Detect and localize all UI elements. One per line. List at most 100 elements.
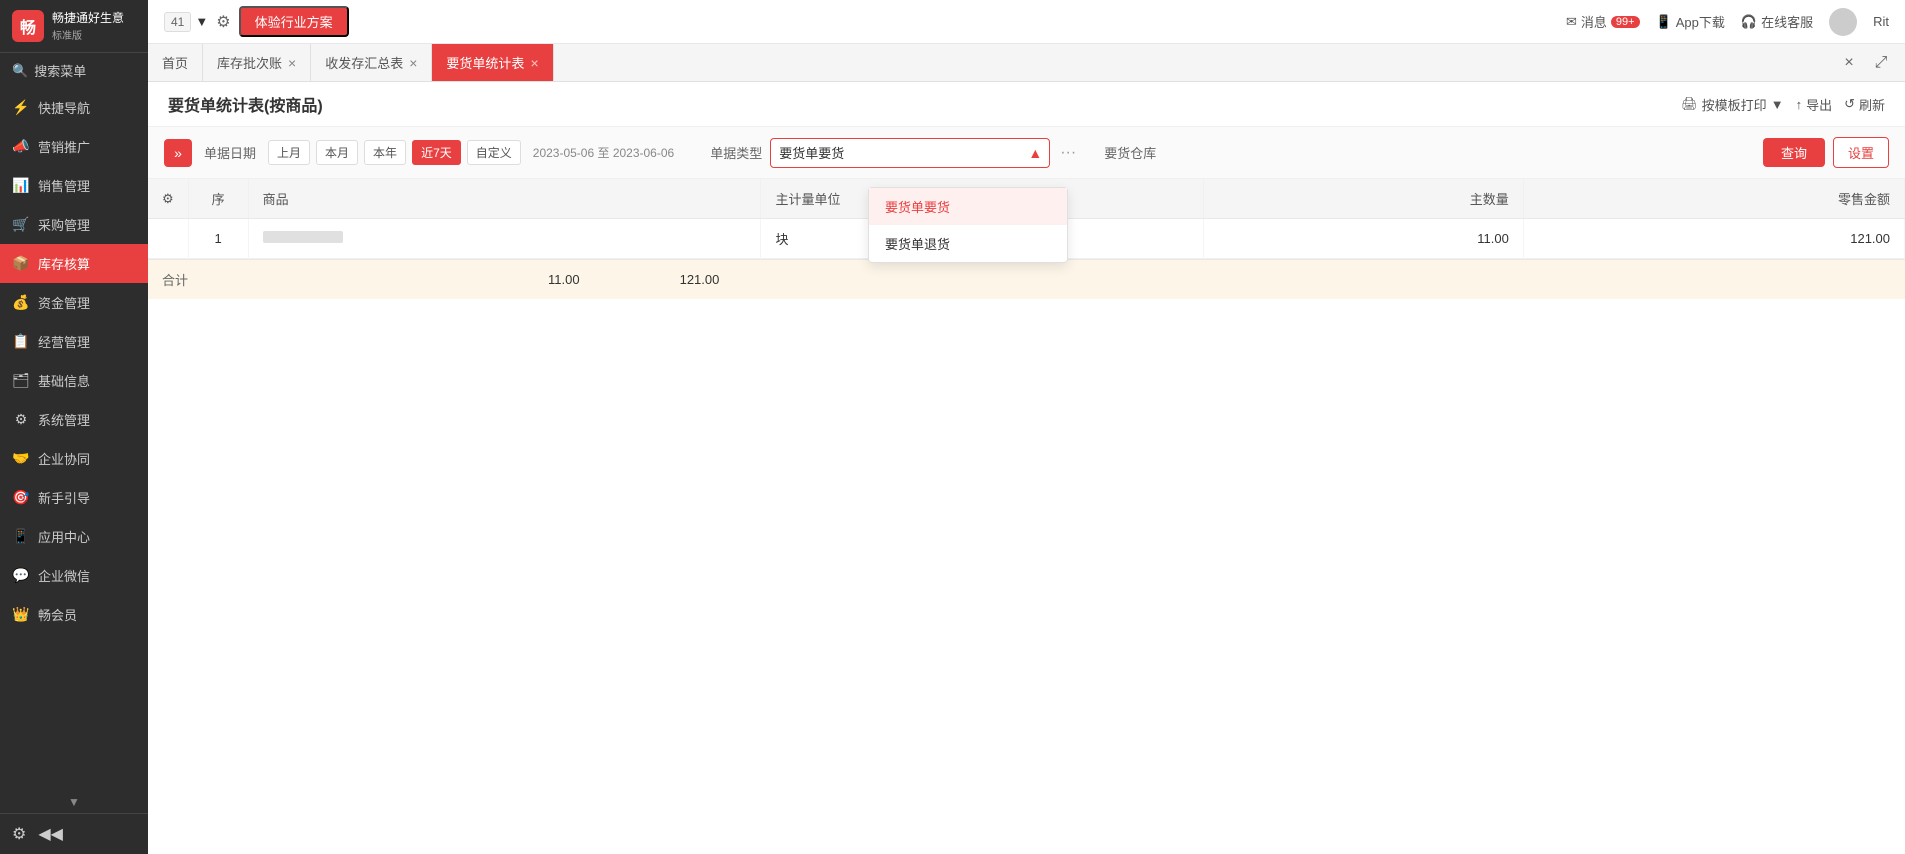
export-button[interactable]: ↑ 导出 bbox=[1796, 95, 1833, 114]
sidebar-item-sales[interactable]: 📊 销售管理 bbox=[0, 166, 148, 205]
enterprise-icon: 🤝 bbox=[12, 450, 30, 467]
sales-icon: 📊 bbox=[12, 177, 30, 194]
user-name: Rit bbox=[1873, 14, 1889, 29]
marketing-icon: 📣 bbox=[12, 138, 30, 155]
sidebar-item-quick-nav[interactable]: ⚡ 快捷导航 bbox=[0, 88, 148, 127]
date-btn-7days[interactable]: 近7天 bbox=[412, 140, 461, 165]
type-filter-label: 单据类型 bbox=[710, 143, 762, 162]
basic-icon: 🗂 bbox=[12, 372, 30, 389]
refresh-icon: ↺ bbox=[1844, 96, 1855, 112]
date-btn-this-month[interactable]: 本月 bbox=[316, 140, 358, 165]
tab-expand-button[interactable]: ⤢ bbox=[1865, 47, 1897, 79]
messages-button[interactable]: ✉ 消息 99+ bbox=[1566, 12, 1640, 31]
sidebar-item-app-center[interactable]: 📱 应用中心 bbox=[0, 517, 148, 556]
col-settings-header[interactable]: ⚙ bbox=[148, 179, 188, 219]
type-filter-group: 单据类型 ▲ ··· bbox=[710, 138, 1076, 168]
filter-expand-button[interactable]: » bbox=[164, 139, 192, 167]
user-avatar[interactable] bbox=[1829, 8, 1857, 36]
operations-icon: 📋 bbox=[12, 333, 30, 350]
store-selector[interactable]: 41 ▼ bbox=[164, 12, 208, 32]
sidebar-search-item[interactable]: 🔍 搜索菜单 bbox=[0, 53, 148, 88]
sidebar-item-system[interactable]: ⚙ 系统管理 bbox=[0, 400, 148, 439]
app-download-icon: 📱 bbox=[1656, 14, 1672, 30]
date-btn-this-year[interactable]: 本年 bbox=[364, 140, 406, 165]
messages-icon: ✉ bbox=[1566, 14, 1577, 30]
date-filter-label: 单据日期 bbox=[204, 143, 256, 162]
type-select-input[interactable] bbox=[770, 138, 1050, 168]
tab-close-all-button[interactable]: × bbox=[1833, 47, 1865, 79]
bottom-settings-icon[interactable]: ⚙ bbox=[12, 824, 26, 844]
type-dropdown: 要货单要货 要货单退货 bbox=[868, 187, 1068, 263]
sidebar-bottom: ⚙ ◀◀ bbox=[0, 813, 148, 854]
page-content: 要货单统计表(按商品) 🖨 按模板打印 ▼ ↑ 导出 ↺ 刷新 » bbox=[148, 82, 1905, 854]
row-amount-cell: 121.00 bbox=[1523, 219, 1904, 259]
tab-order-summary[interactable]: 要货单统计表 × bbox=[432, 44, 553, 81]
sidebar-item-wechat[interactable]: 💬 企业微信 bbox=[0, 556, 148, 595]
sidebar-item-guide[interactable]: 🎯 新手引导 bbox=[0, 478, 148, 517]
page-actions: 🖨 按模板打印 ▼ ↑ 导出 ↺ 刷新 bbox=[1681, 95, 1885, 114]
promo-button[interactable]: 体验行业方案 bbox=[239, 6, 349, 37]
footer-label: 合计 bbox=[162, 270, 188, 289]
row-quantity-cell: 11.00 bbox=[1203, 219, 1523, 259]
sidebar-scroll-down[interactable]: ▼ bbox=[0, 791, 148, 813]
sidebar-item-basic[interactable]: 🗂 基础信息 bbox=[0, 361, 148, 400]
footer-quantity: 11.00 bbox=[548, 272, 580, 287]
page-title: 要货单统计表(按商品) bbox=[168, 92, 323, 116]
print-button[interactable]: 🖨 按模板打印 ▼ bbox=[1681, 95, 1783, 114]
type-select-more-icon[interactable]: ··· bbox=[1060, 144, 1076, 162]
app-logo-text: 畅捷通好生意 标准版 bbox=[52, 10, 124, 42]
inventory-icon: 📦 bbox=[12, 255, 30, 272]
sidebar-nav: ⚡ 快捷导航 📣 营销推广 📊 销售管理 🛒 采购管理 📦 库存核算 💰 资金管… bbox=[0, 88, 148, 791]
row-settings-cell bbox=[148, 219, 188, 259]
date-btn-custom[interactable]: 自定义 bbox=[467, 140, 521, 165]
tab-inventory-batch[interactable]: 库存批次账 × bbox=[203, 44, 311, 81]
tab-bar-actions: × ⤢ bbox=[1833, 47, 1905, 79]
warehouse-filter-group: 要货仓库 bbox=[1104, 143, 1156, 162]
tab-close-receive-summary[interactable]: × bbox=[409, 55, 417, 71]
header-settings-icon[interactable]: ⚙ bbox=[216, 12, 230, 32]
sidebar-item-marketing[interactable]: 📣 营销推广 bbox=[0, 127, 148, 166]
tab-close-order-summary[interactable]: × bbox=[530, 55, 538, 71]
refresh-button[interactable]: ↺ 刷新 bbox=[1844, 95, 1885, 114]
sidebar-item-vip[interactable]: 👑 畅会员 bbox=[0, 595, 148, 634]
purchase-icon: 🛒 bbox=[12, 216, 30, 233]
sidebar-item-enterprise[interactable]: 🤝 企业协同 bbox=[0, 439, 148, 478]
col-quantity-header: 主数量 bbox=[1203, 179, 1523, 219]
sidebar-item-inventory[interactable]: 📦 库存核算 bbox=[0, 244, 148, 283]
tab-bar: 首页 库存批次账 × 收发存汇总表 × 要货单统计表 × × ⤢ bbox=[148, 44, 1905, 82]
dropdown-item-order-goods[interactable]: 要货单要货 bbox=[869, 188, 1067, 225]
sidebar-item-finance[interactable]: 💰 资金管理 bbox=[0, 283, 148, 322]
filter-area: » 单据日期 上月 本月 本年 近7天 自定义 2023-05-06 至 202… bbox=[148, 127, 1905, 179]
wechat-icon: 💬 bbox=[12, 567, 30, 584]
tab-close-inventory-batch[interactable]: × bbox=[288, 55, 296, 71]
date-btn-last-month[interactable]: 上月 bbox=[268, 140, 310, 165]
online-service-button[interactable]: 🎧 在线客服 bbox=[1741, 12, 1813, 31]
tab-receive-summary[interactable]: 收发存汇总表 × bbox=[311, 44, 432, 81]
search-icon: 🔍 bbox=[12, 63, 28, 79]
main-content: 41 ▼ ⚙ 体验行业方案 ✉ 消息 99+ 📱 App下载 🎧 在线客服 Ri… bbox=[148, 0, 1905, 854]
finance-icon: 💰 bbox=[12, 294, 30, 311]
row-num-cell: 1 bbox=[188, 219, 248, 259]
footer-amount: 121.00 bbox=[680, 272, 720, 287]
sidebar-item-operations[interactable]: 📋 经营管理 bbox=[0, 322, 148, 361]
sidebar-collapse-icon[interactable]: ◀◀ bbox=[38, 824, 63, 844]
type-select-wrapper: ▲ bbox=[770, 138, 1050, 168]
sidebar-item-purchase[interactable]: 🛒 采购管理 bbox=[0, 205, 148, 244]
col-num-header: 序 bbox=[188, 179, 248, 219]
date-filter-group: 上月 本月 本年 近7天 自定义 bbox=[268, 140, 521, 165]
dropdown-item-order-return[interactable]: 要货单退货 bbox=[869, 225, 1067, 262]
column-settings-icon: ⚙ bbox=[162, 191, 174, 206]
query-button[interactable]: 查询 bbox=[1763, 138, 1825, 167]
date-range-display: 2023-05-06 至 2023-06-06 bbox=[533, 144, 674, 161]
print-icon: 🖨 bbox=[1681, 96, 1698, 112]
filter-actions: 查询 设置 bbox=[1763, 137, 1889, 168]
settings-button[interactable]: 设置 bbox=[1833, 137, 1889, 168]
sidebar: 畅 畅捷通好生意 标准版 🔍 搜索菜单 ⚡ 快捷导航 📣 营销推广 📊 销售管理… bbox=[0, 0, 148, 854]
top-header-right: ✉ 消息 99+ 📱 App下载 🎧 在线客服 Rit bbox=[1566, 8, 1889, 36]
tab-home[interactable]: 首页 bbox=[148, 44, 203, 81]
type-select-chevron-icon[interactable]: ▲ bbox=[1028, 145, 1042, 161]
vip-icon: 👑 bbox=[12, 606, 30, 623]
app-download-button[interactable]: 📱 App下载 bbox=[1656, 12, 1725, 31]
store-badge: 41 bbox=[164, 12, 191, 32]
chevron-down-icon: ▼ bbox=[195, 14, 208, 29]
